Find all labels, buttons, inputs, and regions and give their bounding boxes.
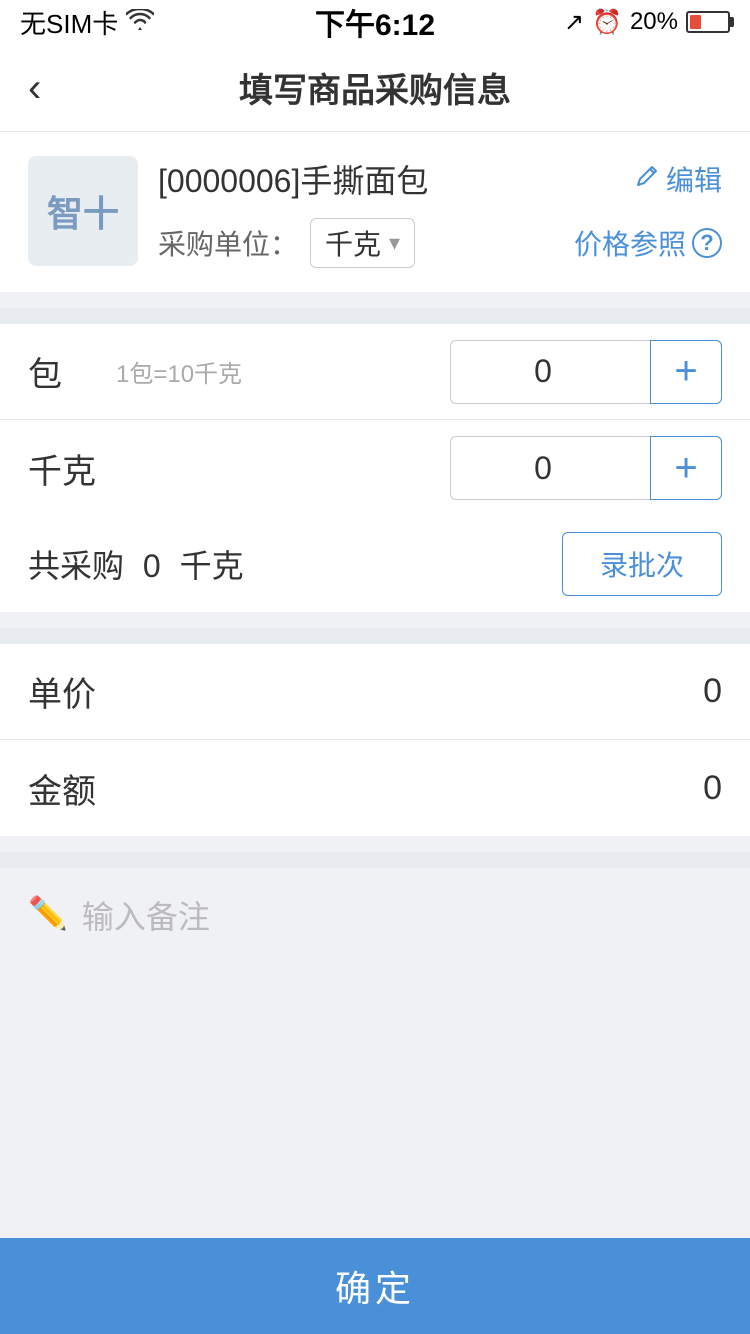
product-name: [0000006]手撕面包: [158, 156, 428, 202]
wifi-icon: [126, 7, 154, 38]
kg-plus-icon: +: [674, 446, 697, 491]
summary-text-wrap: 共采购 0 千克: [28, 541, 244, 587]
bag-input-wrap: +: [450, 340, 722, 404]
bag-plus-button[interactable]: +: [650, 340, 722, 404]
summary-unit: 千克: [180, 548, 244, 584]
gps-icon: ↗: [564, 8, 584, 37]
section-divider-2: [0, 628, 750, 644]
edit-button[interactable]: 编辑: [634, 159, 722, 199]
bag-label: 包: [28, 347, 108, 396]
unit-selector-wrap: 采购单位： 千克 ▾: [158, 218, 415, 268]
note-section[interactable]: ✏️ 输入备注: [0, 868, 750, 1188]
price-section: 单价 0 金额 0: [0, 644, 750, 836]
kg-input-row: 千克 +: [0, 420, 750, 516]
product-info: [0000006]手撕面包 编辑 采购单位： 千克 ▾: [158, 156, 722, 268]
unit-select-dropdown[interactable]: 千克 ▾: [310, 218, 415, 268]
nav-bar: ‹ 填写商品采购信息: [0, 44, 750, 132]
amount-label: 金额: [28, 764, 96, 813]
unit-label: 采购单位：: [158, 223, 298, 263]
confirm-button[interactable]: 确定: [0, 1238, 750, 1334]
amount-value: 0: [703, 769, 722, 808]
battery-percentage: 20%: [630, 8, 678, 36]
quantity-section: 包 1包=10千克 + 千克 +: [0, 324, 750, 516]
product-title: 手撕面包: [300, 163, 428, 199]
page-title: 填写商品采购信息: [239, 63, 511, 112]
price-reference-button[interactable]: 价格参照 ?: [574, 223, 722, 263]
confirm-label: 确定: [335, 1260, 415, 1312]
product-name-row: [0000006]手撕面包 编辑: [158, 156, 722, 202]
status-right: ↗ ⏰ 20%: [564, 8, 730, 37]
product-unit-row: 采购单位： 千克 ▾ 价格参照 ?: [158, 218, 722, 268]
summary-amount: 0: [143, 548, 161, 584]
plus-icon: +: [674, 349, 697, 394]
battery-icon: [686, 11, 730, 33]
bag-quantity-input[interactable]: [450, 340, 650, 404]
status-time: 下午6:12: [315, 0, 435, 44]
kg-plus-button[interactable]: +: [650, 436, 722, 500]
main-content: 智十 [0000006]手撕面包 编辑 采购单位：: [0, 132, 750, 1188]
status-left: 无SIM卡: [20, 4, 154, 41]
signal-text: 无SIM卡: [20, 4, 118, 41]
help-icon: ?: [692, 228, 722, 258]
product-thumbnail: 智十: [28, 156, 138, 266]
product-code: [0000006]: [158, 163, 300, 199]
section-divider-1: [0, 308, 750, 324]
kg-quantity-input[interactable]: [450, 436, 650, 500]
unit-price-value: 0: [703, 672, 722, 711]
unit-value: 千克: [325, 223, 381, 263]
price-ref-label: 价格参照: [574, 223, 686, 263]
unit-price-row: 单价 0: [0, 644, 750, 740]
unit-price-label: 单价: [28, 667, 96, 716]
batch-label: 录批次: [600, 544, 684, 584]
batch-button[interactable]: 录批次: [562, 532, 722, 596]
kg-label: 千克: [28, 444, 108, 493]
pencil-icon: ✏️: [28, 894, 68, 932]
summary-prefix: 共采购: [28, 548, 124, 584]
summary-section: 共采购 0 千克 录批次: [0, 516, 750, 612]
product-card: 智十 [0000006]手撕面包 编辑 采购单位：: [0, 132, 750, 292]
section-divider-3: [0, 852, 750, 868]
note-placeholder: 输入备注: [82, 892, 210, 938]
status-bar: 无SIM卡 下午6:12 ↗ ⏰ 20%: [0, 0, 750, 44]
kg-input-wrap: +: [450, 436, 722, 500]
edit-label: 编辑: [666, 159, 722, 199]
back-button[interactable]: ‹: [28, 68, 41, 108]
product-logo: 智十: [47, 185, 119, 237]
bag-sub-label: 1包=10千克: [116, 354, 450, 389]
alarm-icon: ⏰: [592, 8, 622, 37]
chevron-down-icon: ▾: [389, 230, 400, 256]
amount-row: 金额 0: [0, 740, 750, 836]
bag-input-row: 包 1包=10千克 +: [0, 324, 750, 420]
